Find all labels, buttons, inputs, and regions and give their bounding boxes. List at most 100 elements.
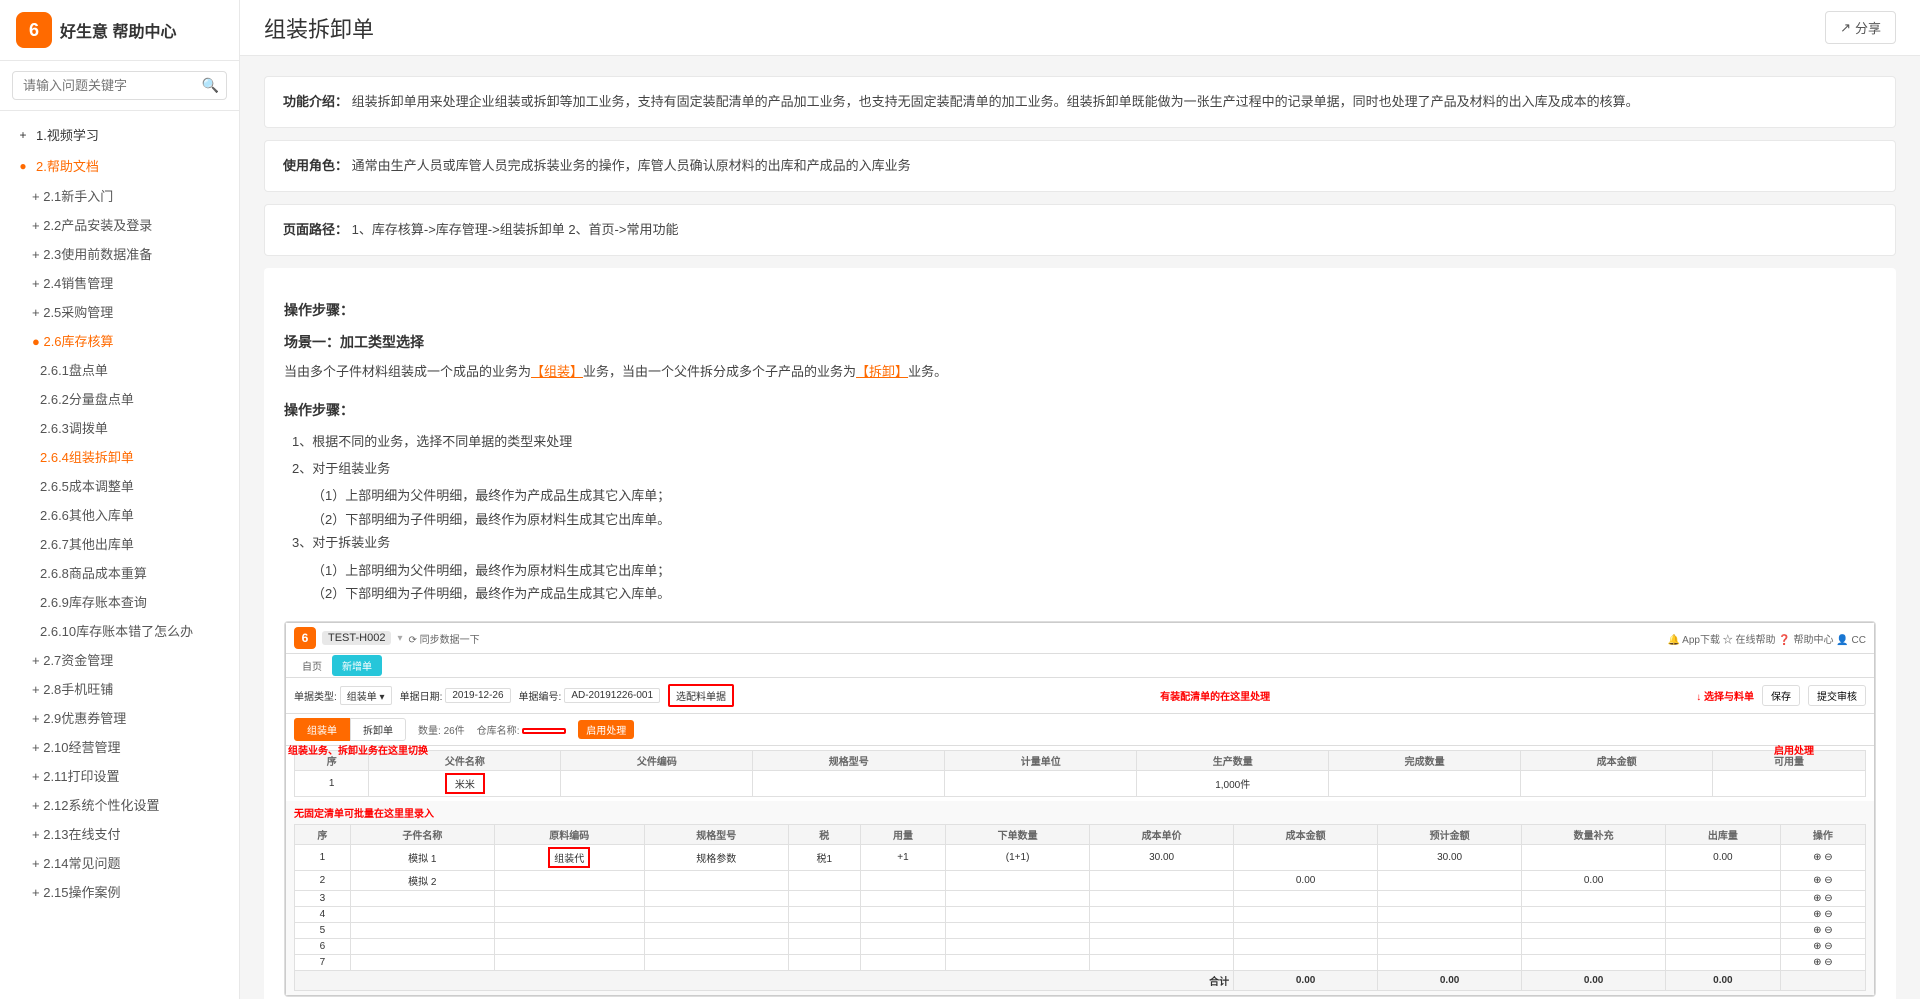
logo-area: 6 好生意 帮助中心: [0, 0, 239, 61]
mock-th2-op: 操作: [1780, 825, 1865, 845]
sidebar-item-error[interactable]: 2.6.10库存账本错了怎么办: [0, 616, 239, 645]
assembly-link[interactable]: 【组装】: [531, 364, 583, 379]
mock-field-no: 单据编号: AD-20191226-001: [519, 688, 661, 703]
expand-icon-new-user: +: [32, 189, 43, 204]
mock-warehouse-input[interactable]: [522, 728, 566, 734]
sidebar-item-cost-adjust[interactable]: 2.6.5成本调整单: [0, 471, 239, 500]
mock-footer-total-amount: 0.00: [1522, 971, 1666, 991]
sidebar-item-partial-stocktake[interactable]: 2.6.2分量盘点单: [0, 384, 239, 413]
collapse-icon: ●: [16, 159, 30, 173]
page-title: 组装拆卸单: [264, 12, 374, 44]
sidebar-item-assembly[interactable]: 2.6.4组装拆卸单: [0, 442, 239, 471]
main-content: 组装拆卸单 ↗ 分享 功能介绍： 组装拆卸单用来处理企业组装或拆卸等加工业务，支…: [240, 0, 1920, 999]
mock-annotation-switch: 组装业务、拆卸业务在这里切换: [288, 742, 428, 757]
step2-sub2: （2）下部明细为子件明细，最终作为原材料生成其它出库单。: [284, 508, 1876, 531]
mock-child-code-input[interactable]: 组装代: [548, 847, 590, 868]
sidebar-item-sales[interactable]: + 2.4销售管理: [0, 268, 239, 297]
mock-th2-child-code: 原料编码: [494, 825, 644, 845]
intro-label: 功能介绍：: [283, 94, 348, 109]
steps-title: 操作步骤：: [284, 300, 1876, 320]
mock-annotation-bom: 有装配清单的在这里处理: [742, 688, 1688, 703]
sidebar-item-online-pay[interactable]: + 2.13在线支付: [0, 819, 239, 848]
mock-warehouse-area: 仓库名称:: [477, 722, 567, 737]
mock-btn-save[interactable]: 保存: [1762, 685, 1800, 706]
nav-tree: + 1.视频学习 ● 2.帮助文档 + 2.1新手入门 + 2.2产品安装及登录…: [0, 111, 239, 999]
mock-app-id: TEST-H002: [322, 631, 391, 645]
sidebar-item-finance[interactable]: + 2.7资金管理: [0, 645, 239, 674]
mock-td-seq: 1: [295, 771, 369, 797]
mock-td2-usage-1: +1: [860, 845, 945, 871]
step3-sub2: （2）下部明细为子件明细，最终作为产成品生成其它入库单。: [284, 582, 1876, 605]
mock-btn-select-bom[interactable]: 选配料单据: [668, 684, 734, 707]
sidebar-item-data-prep[interactable]: + 2.3使用前数据准备: [0, 239, 239, 268]
expand-icon-operation: +: [32, 740, 43, 755]
mock-td-spec: [753, 771, 945, 797]
mock-th-done-qty: 完成数量: [1329, 751, 1521, 771]
mock-td2-tax-1: 税1: [788, 845, 860, 871]
sidebar-item-stocktake[interactable]: 2.6.1盘点单: [0, 355, 239, 384]
mock-tab-disassembly[interactable]: 拆卸单: [350, 718, 406, 741]
sidebar-item-adjust[interactable]: 2.6.3调拨单: [0, 413, 239, 442]
mock-field-no-value[interactable]: AD-20191226-001: [564, 688, 660, 703]
step3-sub1: （1）上部明细为父件明细，最终作为原材料生成其它出库单；: [284, 559, 1876, 582]
mock-enable-btn[interactable]: 启用处理: [578, 720, 634, 739]
sidebar-item-inventory[interactable]: ● 2.6库存核算: [0, 326, 239, 355]
mock-td2-cost-1: [1234, 845, 1378, 871]
expand-icon-install: +: [32, 218, 43, 233]
intro-block: 功能介绍： 组装拆卸单用来处理企业组装或拆卸等加工业务，支持有固定装配清单的产品…: [264, 76, 1896, 128]
sidebar-item-videos[interactable]: + 1.视频学习: [0, 119, 239, 150]
mock-td2-spec-1: 规格参数: [644, 845, 788, 871]
collapse-icon-inventory: ●: [32, 334, 43, 349]
disassembly-link[interactable]: 【拆卸】: [856, 364, 908, 379]
mock-th2-tax: 税: [788, 825, 860, 845]
mock-tab-home[interactable]: 自页: [294, 654, 330, 677]
sidebar-item-mobile[interactable]: + 2.8手机旺铺: [0, 674, 239, 703]
sidebar-item-coupon[interactable]: + 2.9优惠券管理: [0, 703, 239, 732]
mock-upper-table: 序 父件名称 父件编码 规格型号 计量单位 生产数量 完成数量 成本金额 可用量: [294, 750, 1866, 797]
expand-icon-mobile: +: [32, 682, 43, 697]
mock-tab-new[interactable]: 新增单: [332, 655, 382, 676]
mock-th2-child-name: 子件名称: [350, 825, 494, 845]
mock-field-date-value[interactable]: 2019-12-26: [445, 688, 510, 703]
mock-app-window: 6 TEST-H002 ▾ ⟳ 同步数据一下 🔔 App下载 ☆ 在线帮助 ❓ …: [285, 622, 1875, 996]
mock-parent-input[interactable]: 米米: [445, 773, 485, 794]
expand-icon-coupon: +: [32, 711, 43, 726]
sidebar-item-other-in[interactable]: 2.6.6其他入库单: [0, 500, 239, 529]
sidebar-item-print[interactable]: + 2.11打印设置: [0, 761, 239, 790]
sidebar-item-cases[interactable]: + 2.15操作案例: [0, 877, 239, 906]
scene1-title: 场景一：加工类型选择: [284, 332, 1876, 352]
sidebar-item-docs[interactable]: ● 2.帮助文档: [0, 150, 239, 181]
sidebar-item-faq[interactable]: + 2.14常见问题: [0, 848, 239, 877]
mock-field-date-label: 单据日期:: [400, 688, 443, 703]
path-block: 页面路径： 1、库存核算->库存管理->组装拆卸单 2、首页->常用功能: [264, 204, 1896, 256]
mock-field-type-value[interactable]: 组装单 ▾: [340, 686, 392, 705]
sidebar-item-cost-recalc[interactable]: 2.6.8商品成本重算: [0, 558, 239, 587]
expand-icon-data-prep: +: [32, 247, 43, 262]
intro-text: 组装拆卸单用来处理企业组装或拆卸等加工业务，支持有固定装配清单的产品加工业务，也…: [352, 94, 1639, 109]
share-button[interactable]: ↗ 分享: [1825, 11, 1896, 44]
expand-icon-print: +: [32, 769, 43, 784]
mock-app-links: 🔔 App下载 ☆ 在线帮助 ❓ 帮助中心 👤 CC: [1668, 631, 1867, 646]
search-input[interactable]: [12, 71, 227, 100]
sidebar-item-ledger[interactable]: 2.6.9库存账本查询: [0, 587, 239, 616]
mock-qty-value: 26件: [444, 726, 465, 737]
mock-td2-name-1: 模拟 1: [350, 845, 494, 871]
sidebar-item-new-user[interactable]: + 2.1新手入门: [0, 181, 239, 210]
mock-footer-total-qty: 0.00: [1234, 971, 1378, 991]
sidebar-item-install[interactable]: + 2.2产品安装及登录: [0, 210, 239, 239]
search-icon[interactable]: 🔍: [202, 77, 219, 94]
sidebar-item-other-out[interactable]: 2.6.7其他出库单: [0, 529, 239, 558]
sidebar-item-purchase[interactable]: + 2.5采购管理: [0, 297, 239, 326]
sidebar-item-customize[interactable]: + 2.12系统个性化设置: [0, 790, 239, 819]
step2: 2、对于组装业务: [284, 457, 1876, 480]
content-area: 功能介绍： 组装拆卸单用来处理企业组装或拆卸等加工业务，支持有固定装配清单的产品…: [240, 56, 1920, 999]
mock-btn-submit[interactable]: 提交审核: [1808, 685, 1866, 706]
sidebar-item-operation[interactable]: + 2.10经营管理: [0, 732, 239, 761]
mock-td2-op-1[interactable]: ⊕ ⊖: [1780, 845, 1865, 871]
mock-th-unit: 计量单位: [945, 751, 1137, 771]
mock-field-type-label: 单据类型:: [294, 688, 337, 703]
path-text: 1、库存核算->库存管理->组装拆卸单 2、首页->常用功能: [352, 222, 679, 237]
mock-td2-seq-1: 1: [295, 845, 351, 871]
mock-tab-assembly[interactable]: 组装单: [294, 718, 350, 741]
mock-type-text: 组装单: [347, 692, 377, 703]
